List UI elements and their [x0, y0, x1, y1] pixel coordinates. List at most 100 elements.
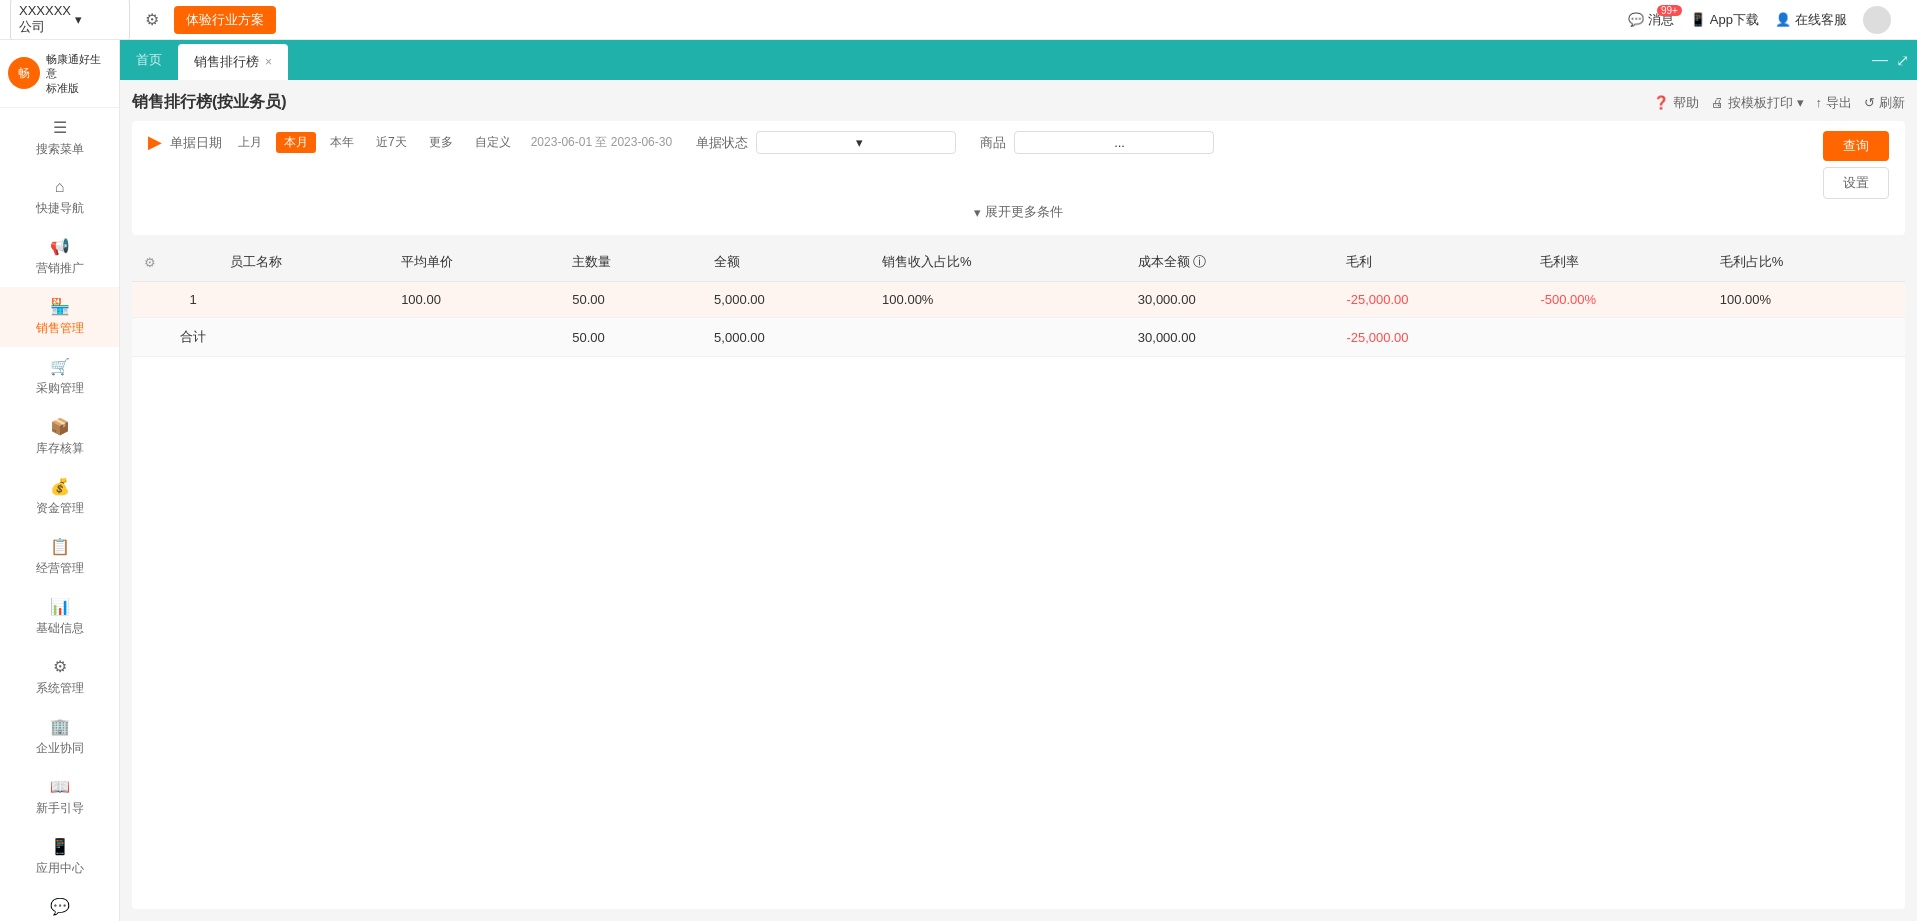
sidebar-item-sales[interactable]: 🏪 销售管理 — [0, 287, 119, 347]
col-rank — [168, 243, 218, 282]
sidebar-item-operation[interactable]: 📋 经营管理 — [0, 527, 119, 587]
date-btn-more[interactable]: 更多 — [421, 132, 461, 153]
col-sales-pct: 销售收入占比% — [870, 243, 1126, 282]
finance-icon: 💰 — [50, 477, 70, 496]
footer-gross-rate — [1528, 318, 1707, 357]
sidebar-item-finance[interactable]: 💰 资金管理 — [0, 467, 119, 527]
online-service-button[interactable]: 👤 在线客服 — [1775, 11, 1847, 29]
system-icon: ⚙ — [53, 657, 67, 676]
sidebar-item-inventory[interactable]: 📦 库存核算 — [0, 407, 119, 467]
settings-button[interactable]: 设置 — [1823, 167, 1889, 199]
print-button[interactable]: 🖨 按模板打印 ▾ — [1711, 94, 1804, 112]
cell-settings — [132, 282, 168, 318]
apps-icon: 📱 — [50, 837, 70, 856]
sidebar-item-marketing[interactable]: 📢 营销推广 — [0, 227, 119, 287]
date-filter-label: 单据日期 — [170, 134, 222, 152]
shortcut-icon: ⌂ — [55, 178, 65, 196]
tab-maximize-icon[interactable]: ⤢ — [1896, 51, 1909, 70]
cell-cost-amount: 30,000.00 — [1126, 282, 1335, 318]
help-button[interactable]: ❓ 帮助 — [1653, 94, 1699, 112]
query-button[interactable]: 查询 — [1823, 131, 1889, 161]
sidebar-label-apps: 应用中心 — [36, 860, 84, 877]
sidebar-label-search: 搜索菜单 — [36, 141, 84, 158]
date-btn-7days[interactable]: 近7天 — [368, 132, 415, 153]
sidebar-item-search[interactable]: ☰ 搜索菜单 — [0, 108, 119, 168]
app-download-button[interactable]: 📱 App下载 — [1690, 11, 1759, 29]
footer-employee — [218, 318, 389, 357]
col-gross-pct: 毛利占比% — [1708, 243, 1905, 282]
main-layout: 畅 畅康通好生意 标准版 ☰ 搜索菜单 ⌂ 快捷导航 📢 营销推广 🏪 销售管理… — [0, 40, 1917, 921]
inventory-icon: 📦 — [50, 417, 70, 436]
footer-empty1 — [132, 318, 168, 357]
message-badge: 99+ — [1657, 5, 1682, 16]
footer-gross-pct — [1708, 318, 1905, 357]
goods-select[interactable]: ... — [1014, 131, 1214, 154]
export-button[interactable]: ↑ 导出 — [1816, 94, 1853, 112]
operation-icon: 📋 — [50, 537, 70, 556]
trial-button[interactable]: 体验行业方案 — [174, 6, 276, 34]
col-gross-rate: 毛利率 — [1528, 243, 1707, 282]
sidebar-label-finance: 资金管理 — [36, 500, 84, 517]
sidebar-item-apps[interactable]: 📱 应用中心 — [0, 827, 119, 887]
sidebar-item-guide[interactable]: 📖 新手引导 — [0, 767, 119, 827]
date-filter-group: 单据日期 上月 本月 本年 近7天 更多 自定义 2023-06-01 至 20… — [170, 132, 672, 153]
table-row: 1 100.00 50.00 5,000.00 100.00% 30,000.0… — [132, 282, 1905, 318]
cell-rank: 1 — [168, 282, 218, 318]
tab-close-icon[interactable]: × — [265, 55, 272, 69]
sidebar-label-shortcut: 快捷导航 — [36, 200, 84, 217]
col-settings[interactable]: ⚙ — [132, 243, 168, 282]
query-set-buttons: 查询 设置 — [1823, 131, 1889, 199]
tab-home[interactable]: 首页 — [120, 40, 178, 80]
sidebar-item-shortcut[interactable]: ⌂ 快捷导航 — [0, 168, 119, 227]
goods-filter-label: 商品 — [980, 134, 1006, 152]
sidebar: 畅 畅康通好生意 标准版 ☰ 搜索菜单 ⌂ 快捷导航 📢 营销推广 🏪 销售管理… — [0, 40, 120, 921]
sidebar-label-basic: 基础信息 — [36, 620, 84, 637]
page-title: 销售排行榜(按业务员) — [132, 92, 287, 113]
export-icon: ↑ — [1816, 95, 1823, 110]
sidebar-item-basic[interactable]: 📊 基础信息 — [0, 587, 119, 647]
page-header: 销售排行榜(按业务员) ❓ 帮助 🖨 按模板打印 ▾ ↑ 导出 — [132, 92, 1905, 113]
sidebar-label-sales: 销售管理 — [36, 320, 84, 337]
sidebar-item-wechat[interactable]: 💬 企业微信 — [0, 887, 119, 921]
print-chevron-icon: ▾ — [1797, 95, 1804, 110]
date-btn-last-month[interactable]: 上月 — [230, 132, 270, 153]
filter-section: ▶ 单据日期 上月 本月 本年 近7天 更多 自定义 — [132, 121, 1905, 235]
status-chevron-icon: ▾ — [856, 135, 947, 150]
status-filter-label: 单据状态 — [696, 134, 748, 152]
filter-collapse-icon[interactable]: ▶ — [148, 131, 162, 153]
cell-gross-rate: -500.00% — [1528, 282, 1707, 318]
basic-icon: 📊 — [50, 597, 70, 616]
message-button[interactable]: 💬 消息 99+ — [1628, 11, 1674, 29]
company-selector[interactable]: XXXXXX公司 ▾ — [10, 0, 130, 41]
settings-icon[interactable]: ⚙ — [138, 6, 166, 34]
sidebar-label-operation: 经营管理 — [36, 560, 84, 577]
date-btn-this-year[interactable]: 本年 — [322, 132, 362, 153]
cell-employee — [218, 282, 389, 318]
cell-gross-pct: 100.00% — [1708, 282, 1905, 318]
tab-minimize-icon[interactable]: — — [1872, 51, 1888, 69]
sidebar-item-purchase[interactable]: 🛒 采购管理 — [0, 347, 119, 407]
avatar[interactable] — [1863, 6, 1891, 34]
filter-right: 查询 设置 — [1823, 131, 1889, 199]
tab-sales-ranking[interactable]: 销售排行榜 × — [178, 44, 288, 80]
sidebar-item-enterprise[interactable]: 🏢 企业协同 — [0, 707, 119, 767]
page-content: 销售排行榜(按业务员) ❓ 帮助 🖨 按模板打印 ▾ ↑ 导出 — [120, 80, 1917, 921]
expand-chevron-icon: ▾ — [974, 205, 981, 220]
logo-text: 畅康通好生意 标准版 — [46, 52, 111, 95]
guide-icon: 📖 — [50, 777, 70, 796]
expand-conditions-button[interactable]: ▾ 展开更多条件 — [148, 199, 1889, 225]
goods-filter-group: 商品 ... — [980, 131, 1214, 154]
date-btn-custom[interactable]: 自定义 — [467, 132, 519, 153]
sales-icon: 🏪 — [50, 297, 70, 316]
footer-qty: 50.00 — [560, 318, 702, 357]
data-table: ⚙ 员工名称 平均单价 主数量 全额 销售收入占比% 成本全额 ⓘ 毛利 毛利率… — [132, 243, 1905, 357]
refresh-button[interactable]: ↺ 刷新 — [1864, 94, 1905, 112]
status-select[interactable]: ▾ — [756, 131, 956, 154]
goods-ellipsis-icon[interactable]: ... — [1114, 135, 1205, 150]
col-cost-amount: 成本全额 ⓘ — [1126, 243, 1335, 282]
date-btn-this-month[interactable]: 本月 — [276, 132, 316, 153]
content-area: 首页 销售排行榜 × — ⤢ 销售排行榜(按业务员) ❓ 帮助 — [120, 40, 1917, 921]
sidebar-item-system[interactable]: ⚙ 系统管理 — [0, 647, 119, 707]
service-icon: 👤 — [1775, 12, 1791, 27]
sidebar-label-enterprise: 企业协同 — [36, 740, 84, 757]
